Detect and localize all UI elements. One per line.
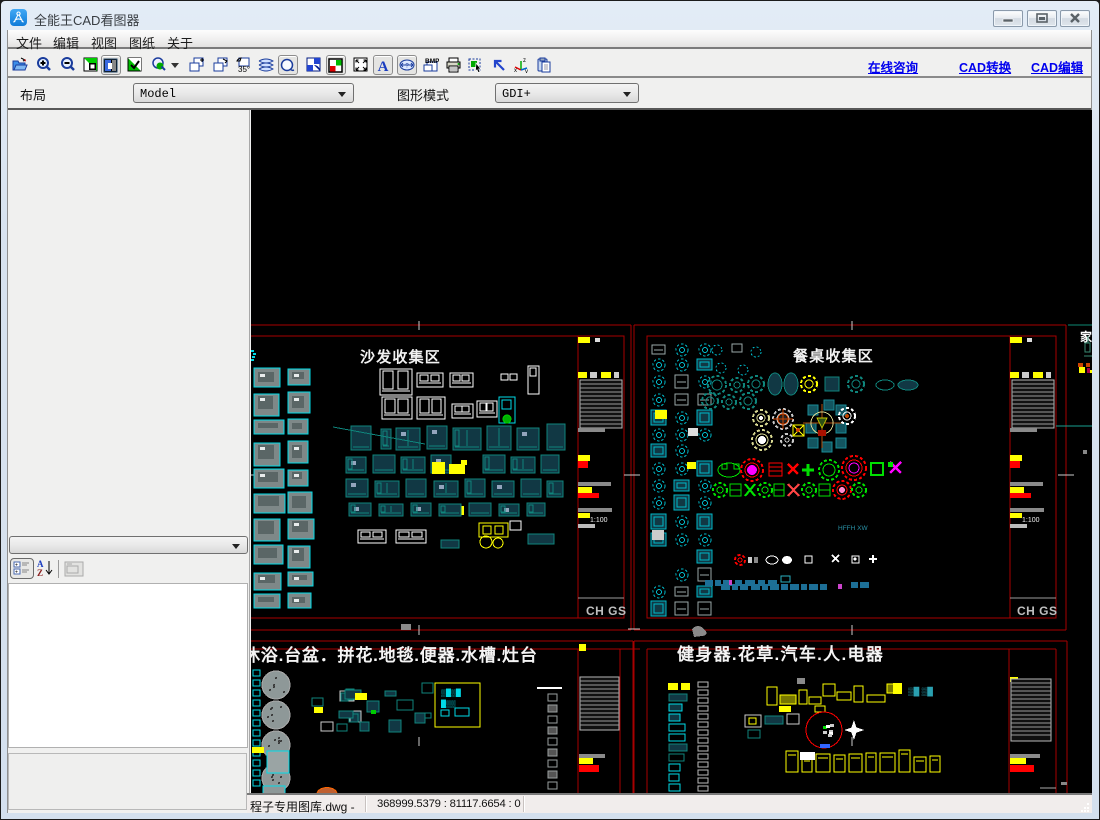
svg-text:+: + [15, 570, 18, 576]
svg-text:CH GS: CH GS [1017, 604, 1058, 618]
svg-text:35°: 35° [238, 65, 250, 73]
svg-text:健身器.花草.汽车.人.电器: 健身器.花草.汽车.人.电器 [677, 644, 884, 664]
svg-text:沙发收集区: 沙发收集区 [360, 348, 441, 366]
svg-text:█▒▒: █▒▒ [441, 699, 456, 709]
svg-text:BMP: BMP [425, 58, 439, 65]
svg-text:1:100: 1:100 [1022, 517, 1040, 524]
svg-text:CH GS: CH GS [586, 604, 627, 618]
svg-text:Z: Z [37, 568, 43, 578]
svg-text:家: 家 [1080, 329, 1092, 344]
svg-text:HFFH XW: HFFH XW [838, 525, 868, 532]
svg-text:A: A [378, 59, 389, 74]
svg-text:y: y [525, 69, 528, 73]
svg-text:餐桌收集区: 餐桌收集区 [793, 347, 874, 365]
svg-text:休浴.台盆．拼花.地毯.便器.水槽.灶台: 休浴.台盆．拼花.地毯.便器.水槽.灶台 [251, 645, 538, 665]
svg-text:x: x [514, 68, 517, 73]
svg-text:z: z [523, 58, 526, 64]
svg-text:+: + [15, 563, 18, 569]
svg-text:▒█▒█: ▒█▒█ [441, 688, 461, 698]
svg-text:1:100: 1:100 [590, 517, 608, 524]
svg-text:▒█ ▒█: ▒█ ▒█ [908, 686, 933, 697]
